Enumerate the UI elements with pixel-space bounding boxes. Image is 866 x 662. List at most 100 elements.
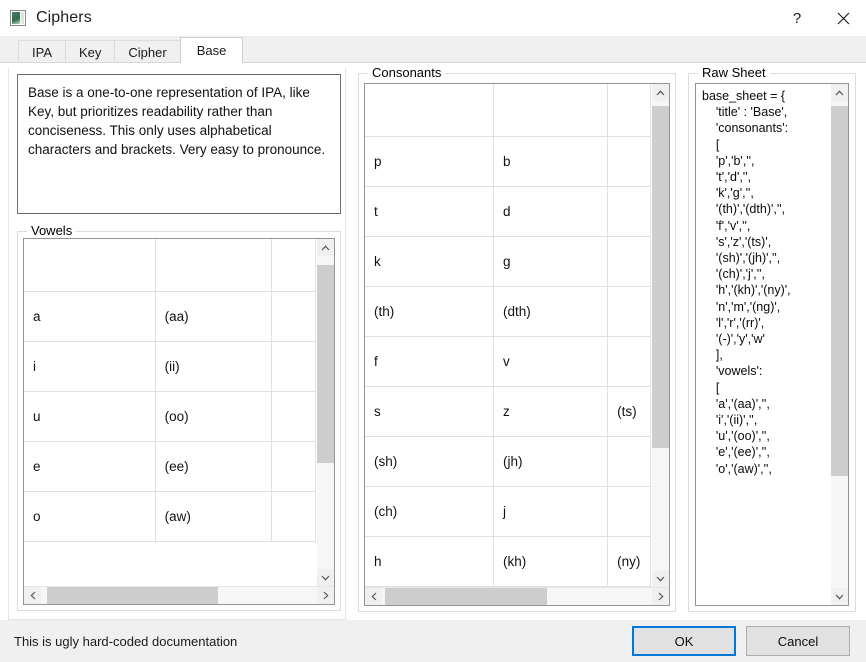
- table-row: h (kh) (ny): [365, 536, 651, 587]
- footer-bar: This is ugly hard-coded documentation OK…: [0, 620, 866, 662]
- scroll-up-icon[interactable]: [317, 239, 334, 256]
- table-cell[interactable]: u: [24, 391, 156, 442]
- table-cell[interactable]: p: [365, 136, 494, 187]
- table-cell[interactable]: s: [365, 386, 494, 437]
- vowels-vscroll-thumb[interactable]: [317, 265, 334, 463]
- table-cell[interactable]: [607, 486, 651, 537]
- scroll-up-icon[interactable]: [652, 84, 669, 101]
- table-cell[interactable]: (kh): [493, 536, 609, 587]
- raw-sheet-vscroll-thumb[interactable]: [831, 105, 848, 476]
- table-cell[interactable]: [271, 239, 316, 292]
- table-cell[interactable]: (ny): [607, 536, 651, 587]
- table-cell[interactable]: k: [365, 236, 494, 287]
- table-cell[interactable]: [155, 239, 273, 292]
- consonants-hscroll-track[interactable]: [382, 588, 652, 605]
- table-cell[interactable]: [607, 84, 651, 137]
- close-icon[interactable]: [820, 0, 866, 36]
- table-cell[interactable]: f: [365, 336, 494, 387]
- table-cell[interactable]: b: [493, 136, 609, 187]
- table-cell[interactable]: e: [24, 441, 156, 492]
- raw-sheet-textarea[interactable]: base_sheet = { 'title' : 'Base', 'conson…: [695, 83, 849, 606]
- table-cell[interactable]: o: [24, 491, 156, 542]
- table-cell[interactable]: [271, 341, 316, 392]
- table-cell[interactable]: [607, 236, 651, 287]
- table-cell[interactable]: (jh): [493, 436, 609, 487]
- cancel-button[interactable]: Cancel: [746, 626, 850, 656]
- scroll-right-icon[interactable]: [317, 587, 334, 604]
- consonants-vscroll-thumb[interactable]: [652, 105, 669, 449]
- table-cell[interactable]: (dth): [493, 286, 609, 337]
- table-row: o (aw): [24, 491, 316, 542]
- table-cell[interactable]: (aa): [155, 291, 273, 342]
- consonants-group: Consonants p b t d k g (th) (dth) f v s z (ts) (sh) (j…: [358, 66, 676, 612]
- tab-base[interactable]: Base: [179, 37, 244, 63]
- table-cell[interactable]: [607, 436, 651, 487]
- table-cell[interactable]: [607, 136, 651, 187]
- scroll-down-icon[interactable]: [652, 570, 669, 587]
- consonants-horizontal-scrollbar[interactable]: [365, 587, 669, 605]
- table-cell[interactable]: i: [24, 341, 156, 392]
- table-cell[interactable]: (oo): [155, 391, 273, 442]
- tab-cipher[interactable]: Cipher: [114, 40, 181, 63]
- table-cell[interactable]: t: [365, 186, 494, 237]
- tab-key[interactable]: Key: [65, 40, 116, 63]
- table-cell[interactable]: g: [493, 236, 609, 287]
- window-title: Ciphers: [36, 9, 92, 26]
- table-cell[interactable]: z: [493, 386, 609, 437]
- table-cell[interactable]: (ii): [155, 341, 273, 392]
- scroll-down-icon[interactable]: [317, 569, 334, 586]
- table-cell[interactable]: (ch): [365, 486, 494, 537]
- vowels-hscroll-track[interactable]: [41, 587, 317, 604]
- table-cell[interactable]: [607, 286, 651, 337]
- table-cell[interactable]: j: [493, 486, 609, 537]
- table-cell[interactable]: (sh): [365, 436, 494, 487]
- table-row: kg: [365, 236, 651, 287]
- consonants-hscroll-thumb[interactable]: [384, 588, 547, 605]
- table-cell[interactable]: a: [24, 291, 156, 342]
- table-cell[interactable]: d: [493, 186, 609, 237]
- consonants-table-widget: p b t d k g (th) (dth) f v s z (ts) (sh) (jh) (ch) j h (kh…: [364, 83, 670, 606]
- table-cell[interactable]: [271, 391, 316, 442]
- scroll-left-icon[interactable]: [365, 588, 382, 605]
- consonants-table: p b t d k g (th) (dth) f v s z (ts) (sh) (jh) (ch) j h (kh…: [365, 84, 651, 587]
- table-cell[interactable]: (th): [365, 286, 494, 337]
- table-cell[interactable]: [365, 84, 494, 137]
- title-bar: Ciphers ?: [0, 0, 866, 36]
- consonants-vscroll-track[interactable]: [652, 101, 669, 570]
- table-cell[interactable]: (ts): [607, 386, 651, 437]
- table-cell[interactable]: (ee): [155, 441, 273, 492]
- scroll-up-icon[interactable]: [831, 84, 848, 101]
- vowels-group-title: Vowels: [27, 224, 77, 238]
- ok-button[interactable]: OK: [632, 626, 736, 656]
- vowels-vertical-scrollbar[interactable]: [316, 239, 334, 586]
- table-cell[interactable]: (aw): [155, 491, 273, 542]
- table-cell[interactable]: [271, 441, 316, 492]
- scroll-right-icon[interactable]: [652, 588, 669, 605]
- description-box: Base is a one-to-one representation of I…: [17, 74, 341, 214]
- table-cell[interactable]: v: [493, 336, 609, 387]
- consonants-vertical-scrollbar[interactable]: [651, 84, 669, 587]
- consonants-group-title: Consonants: [368, 66, 446, 80]
- tab-ipa[interactable]: IPA: [18, 40, 66, 63]
- table-cell[interactable]: [607, 186, 651, 237]
- raw-sheet-group: Raw Sheet base_sheet = { 'title' : 'Base…: [688, 66, 856, 612]
- vowels-table: a (aa) i (ii) u (oo) e (ee) o (aw): [24, 239, 316, 542]
- table-cell[interactable]: h: [365, 536, 494, 587]
- raw-sheet-vscroll-track[interactable]: [831, 101, 848, 588]
- vowels-vscroll-track[interactable]: [317, 256, 334, 569]
- vowels-horizontal-scrollbar[interactable]: [24, 586, 334, 604]
- vowels-group: Vowels a (aa) i (ii) u (oo) e (ee) o (aw): [17, 224, 341, 611]
- status-text: This is ugly hard-coded documentation: [14, 633, 238, 649]
- table-cell[interactable]: [607, 336, 651, 387]
- table-cell[interactable]: [271, 491, 316, 542]
- scroll-down-icon[interactable]: [831, 588, 848, 605]
- tab-page-base: Base is a one-to-one representation of I…: [0, 62, 866, 620]
- help-icon[interactable]: ?: [774, 0, 820, 36]
- scroll-left-icon[interactable]: [24, 587, 41, 604]
- table-cell[interactable]: [271, 291, 316, 342]
- table-cell[interactable]: [24, 239, 156, 292]
- raw-sheet-group-title: Raw Sheet: [698, 66, 770, 80]
- vowels-hscroll-thumb[interactable]: [46, 587, 218, 604]
- ciphers-dialog: Ciphers ? IPA Key Cipher Base Base is a …: [0, 0, 866, 662]
- table-cell[interactable]: [493, 84, 609, 137]
